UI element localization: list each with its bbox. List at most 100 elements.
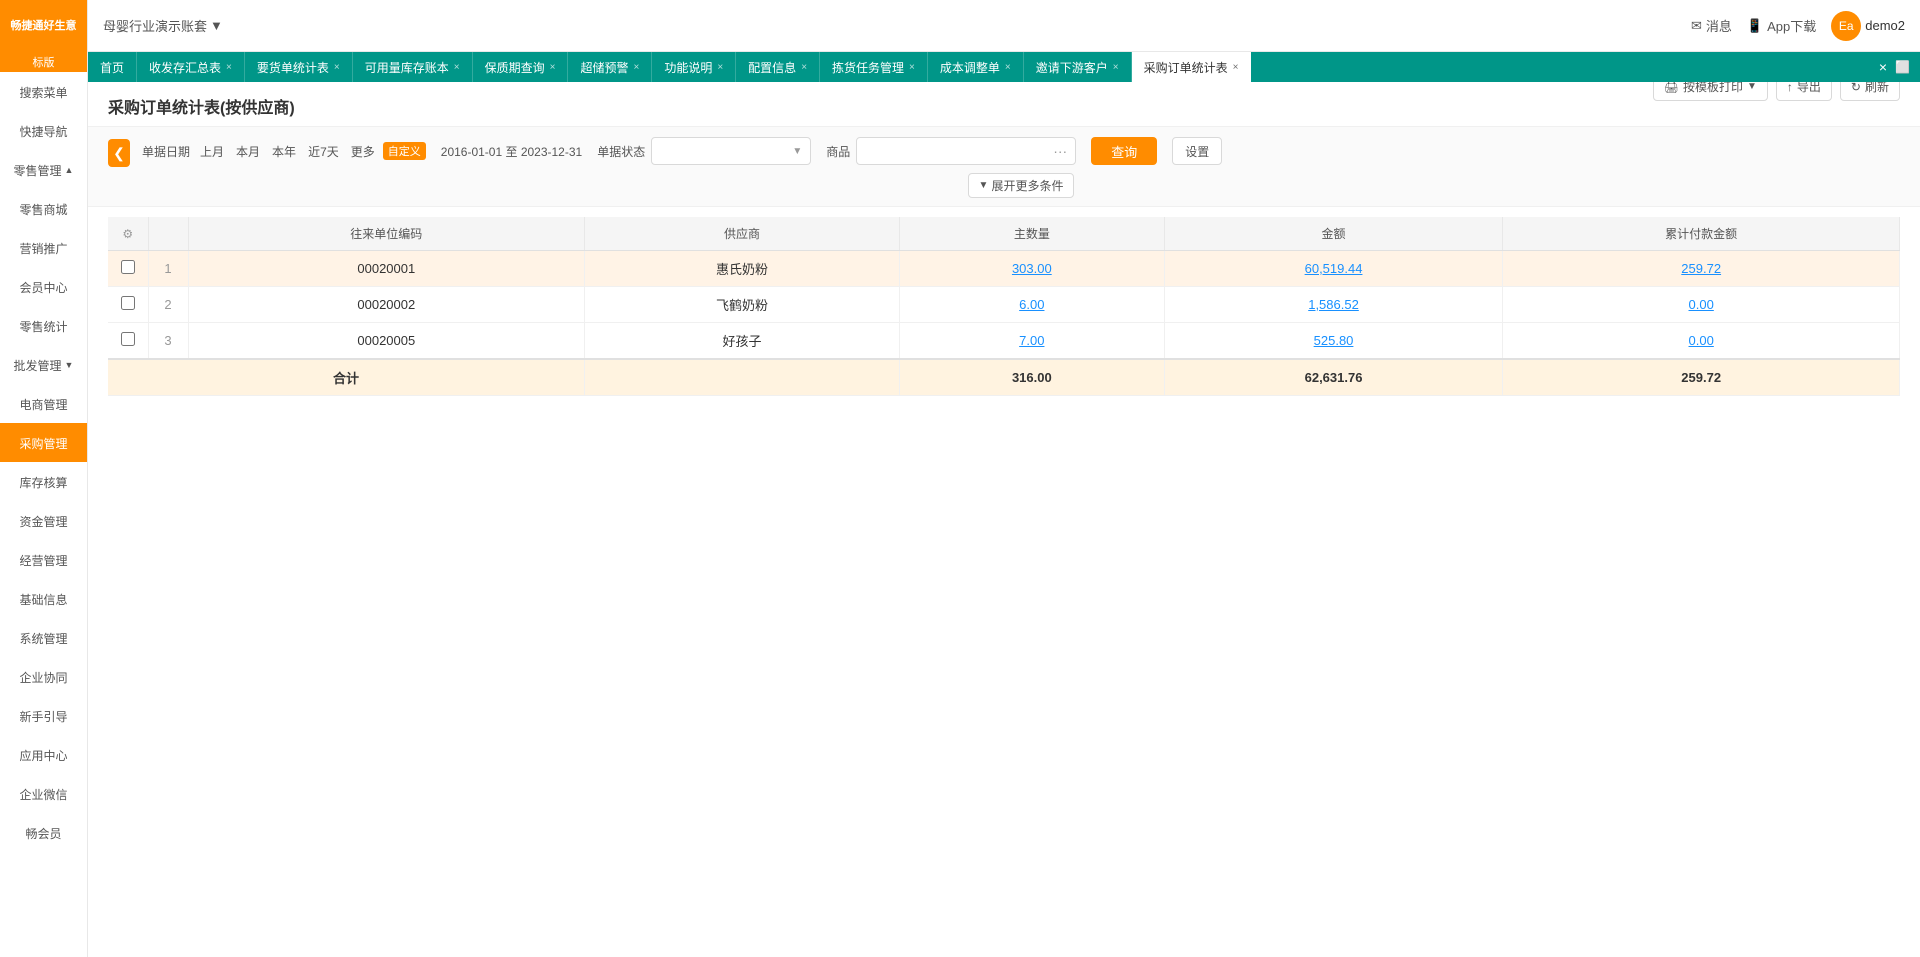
sidebar-item-finance[interactable]: 资金管理 bbox=[0, 501, 88, 540]
sidebar-item-ops[interactable]: 经营管理 bbox=[0, 540, 88, 579]
user-profile[interactable]: Ea demo2 bbox=[1831, 11, 1905, 41]
gear-icon[interactable]: ⚙ bbox=[122, 227, 133, 241]
sidebar-item-basic[interactable]: 基础信息 bbox=[0, 579, 88, 618]
tab-label: 采购订单统计表 bbox=[1144, 59, 1228, 76]
col-rownum bbox=[148, 217, 188, 251]
tab-close-icon[interactable]: × bbox=[334, 62, 340, 73]
sidebar-item-ecommerce[interactable]: 电商管理 bbox=[0, 384, 88, 423]
sidebar-item-retail-mall[interactable]: 零售商城 bbox=[0, 189, 88, 228]
tab-close-icon[interactable]: × bbox=[909, 62, 915, 73]
table-header: ⚙ 往来单位编码 供应商 主数量 bbox=[108, 217, 1900, 251]
table-row: 2 00020002 飞鹤奶粉 6.00 1,586.52 0.00 bbox=[108, 287, 1900, 323]
col-amount: 金额 bbox=[1164, 217, 1503, 251]
sidebar-item-system[interactable]: 系统管理 bbox=[0, 618, 88, 657]
shortcut-last-month[interactable]: 上月 bbox=[196, 141, 228, 162]
tabs-bar: 首页 收发存汇总表 × 要货单统计表 × 可用量库存账本 × 保质期查询 × 超… bbox=[88, 52, 1920, 82]
sidebar-item-inventory[interactable]: 库存核算 bbox=[0, 462, 88, 501]
shortcut-7days[interactable]: 近7天 bbox=[304, 141, 343, 162]
tab-overstock-warning[interactable]: 超储预警 × bbox=[568, 52, 652, 82]
tab-close-icon[interactable]: × bbox=[1005, 62, 1011, 73]
date-filter-label: 单据日期 bbox=[142, 143, 190, 160]
print-btn[interactable]: 🖨 按模板打印 ▼ bbox=[1653, 82, 1768, 101]
row-checkbox bbox=[108, 287, 148, 323]
amount: 525.80 bbox=[1164, 323, 1503, 360]
account-name: 母婴行业演示账套 bbox=[103, 16, 207, 35]
sidebar-item-app-center[interactable]: 应用中心 bbox=[0, 735, 88, 774]
tab-purchase-summary[interactable]: 采购订单统计表 × bbox=[1132, 52, 1252, 82]
sidebar-item-guide[interactable]: 新手引导 bbox=[0, 696, 88, 735]
status-filter-select[interactable]: ▼ bbox=[651, 137, 811, 165]
sidebar-item-quick-nav[interactable]: 快捷导航 bbox=[0, 111, 88, 150]
tab-expiry-query[interactable]: 保质期查询 × bbox=[473, 52, 569, 82]
checkbox-input[interactable] bbox=[121, 296, 135, 310]
row-number: 3 bbox=[148, 323, 188, 360]
tab-order-summary[interactable]: 要货单统计表 × bbox=[245, 52, 353, 82]
table-container: ⚙ 往来单位编码 供应商 主数量 bbox=[88, 217, 1920, 416]
unit-code: 00020005 bbox=[188, 323, 585, 360]
query-btn[interactable]: 查询 bbox=[1091, 137, 1157, 165]
app-download-btn[interactable]: 📱 App下载 bbox=[1747, 16, 1816, 35]
tab-close-icon[interactable]: × bbox=[454, 62, 460, 73]
unit-code: 00020001 bbox=[188, 251, 585, 287]
header-row: ⚙ 往来单位编码 供应商 主数量 bbox=[108, 217, 1900, 251]
tab-invite-downstream[interactable]: 邀请下游客户 × bbox=[1024, 52, 1132, 82]
checkbox-input[interactable] bbox=[121, 260, 135, 274]
message-btn[interactable]: ✉ 消息 bbox=[1691, 16, 1732, 35]
settings-btn[interactable]: 设置 bbox=[1172, 137, 1222, 165]
export-btn[interactable]: ↑ 导出 bbox=[1776, 82, 1832, 101]
tab-label: 超储预警 bbox=[580, 59, 628, 76]
date-shortcuts: 上月 本月 本年 近7天 更多 自定义 bbox=[196, 141, 426, 162]
footer-row: 合计 316.00 62,631.76 259.72 bbox=[108, 359, 1900, 396]
footer-label: 合计 bbox=[108, 359, 585, 396]
close-window-icon[interactable]: × bbox=[1879, 59, 1887, 75]
row-number: 1 bbox=[148, 251, 188, 287]
paid-amount: 259.72 bbox=[1503, 251, 1900, 287]
maximize-icon[interactable]: ⬜ bbox=[1895, 60, 1910, 74]
tab-config-info[interactable]: 配置信息 × bbox=[736, 52, 820, 82]
chevron-down-icon: ▼ bbox=[792, 146, 802, 157]
tab-close-icon[interactable]: × bbox=[717, 62, 723, 73]
tab-home[interactable]: 首页 bbox=[88, 52, 137, 82]
sidebar-item-retail-stat[interactable]: 零售统计 bbox=[0, 306, 88, 345]
shortcut-more[interactable]: 更多 bbox=[347, 141, 379, 162]
tab-cost-adjust[interactable]: 成本调整单 × bbox=[928, 52, 1024, 82]
expand-more-btn[interactable]: ▼ 展开更多条件 bbox=[968, 173, 1075, 198]
custom-badge: 自定义 bbox=[383, 142, 426, 160]
account-dropdown[interactable]: 母婴行业演示账套 ▼ bbox=[103, 16, 223, 35]
sidebar-item-enterprise[interactable]: 企业协同 bbox=[0, 657, 88, 696]
tab-close-icon[interactable]: × bbox=[226, 62, 232, 73]
supplier-name: 惠氏奶粉 bbox=[585, 251, 900, 287]
sidebar-item-member[interactable]: 会员中心 bbox=[0, 267, 88, 306]
main-qty: 7.00 bbox=[899, 323, 1164, 360]
tab-function-desc[interactable]: 功能说明 × bbox=[652, 52, 736, 82]
tab-receive-summary[interactable]: 收发存汇总表 × bbox=[137, 52, 245, 82]
sidebar-item-vip[interactable]: 畅会员 bbox=[0, 813, 88, 852]
goods-filter-input[interactable]: ··· bbox=[856, 137, 1076, 165]
tab-close-icon[interactable]: × bbox=[550, 62, 556, 73]
tab-actions: × ⬜ bbox=[1879, 59, 1910, 75]
sidebar-item-search[interactable]: 搜索菜单 bbox=[0, 72, 88, 111]
sidebar-item-wholesale[interactable]: 批发管理 ▼ bbox=[0, 345, 88, 384]
shortcut-this-month[interactable]: 本月 bbox=[232, 141, 264, 162]
sidebar-item-retail[interactable]: 零售管理 ▲ bbox=[0, 150, 88, 189]
tab-close-icon[interactable]: × bbox=[1113, 62, 1119, 73]
tab-pick-task[interactable]: 拣货任务管理 × bbox=[820, 52, 928, 82]
app-download-label: App下载 bbox=[1767, 16, 1816, 35]
sidebar-item-wechat[interactable]: 企业微信 bbox=[0, 774, 88, 813]
print-label: 按模板打印 bbox=[1683, 82, 1743, 95]
tab-available-inventory[interactable]: 可用量库存账本 × bbox=[353, 52, 473, 82]
nav-top: 母婴行业演示账套 ▼ ✉ 消息 📱 App下载 Ea demo2 bbox=[88, 0, 1920, 52]
table-row: 1 00020001 惠氏奶粉 303.00 60,519.44 259.72 bbox=[108, 251, 1900, 287]
checkbox-input[interactable] bbox=[121, 332, 135, 346]
sidebar-item-purchase[interactable]: 采购管理 bbox=[0, 423, 88, 462]
main-area: 母婴行业演示账套 ▼ ✉ 消息 📱 App下载 Ea demo2 首页 bbox=[88, 0, 1920, 957]
shortcut-this-year[interactable]: 本年 bbox=[268, 141, 300, 162]
logo-text: 畅捷通好生意 bbox=[11, 19, 77, 33]
tab-close-icon[interactable]: × bbox=[633, 62, 639, 73]
tab-close-icon[interactable]: × bbox=[1233, 62, 1239, 73]
sidebar-item-marketing[interactable]: 营销推广 bbox=[0, 228, 88, 267]
more-dots-icon[interactable]: ··· bbox=[1053, 143, 1067, 159]
filter-toggle-btn[interactable]: ❮ bbox=[108, 139, 130, 167]
tab-close-icon[interactable]: × bbox=[801, 62, 807, 73]
refresh-btn[interactable]: ↻ 刷新 bbox=[1840, 82, 1900, 101]
